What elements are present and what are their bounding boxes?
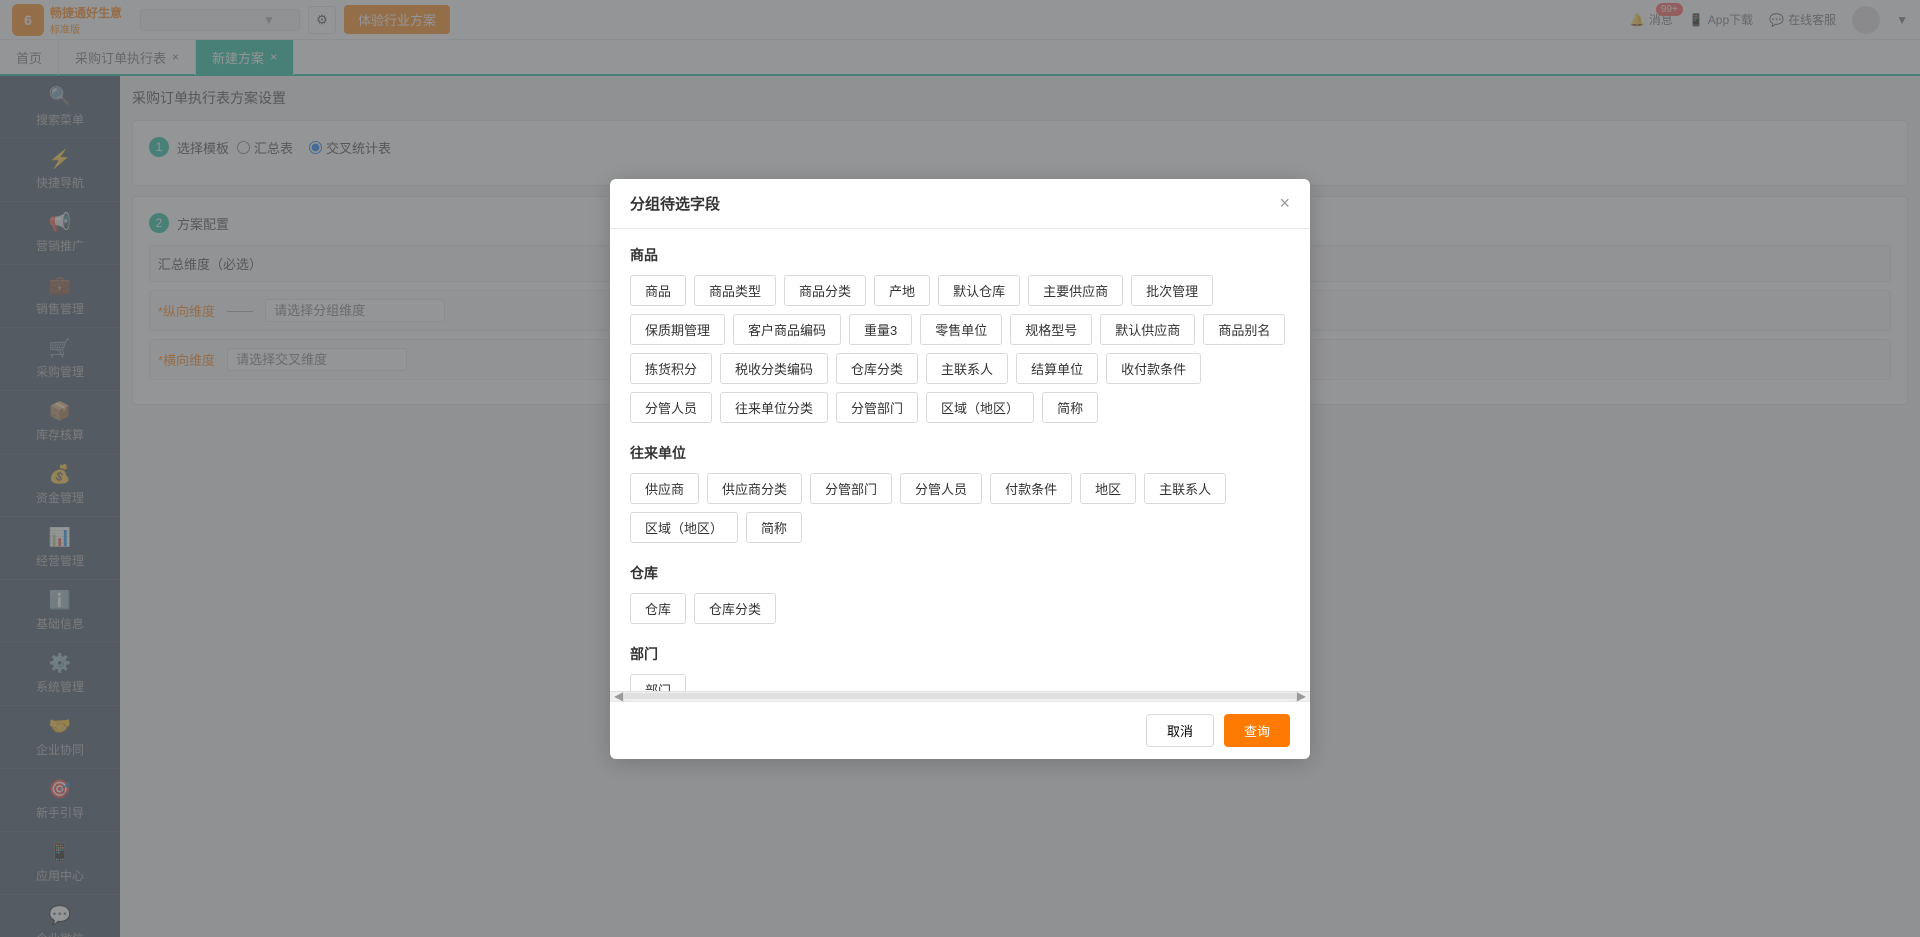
modal-overlay: 分组待选字段 × 商品商品商品类型商品分类产地默认仓库主要供应商批次管理保质期管…	[0, 0, 1920, 937]
scroll-left-arrow[interactable]: ◀	[614, 689, 623, 703]
field-tag-税收分类编码[interactable]: 税收分类编码	[720, 353, 828, 384]
field-tag-拣货积分[interactable]: 拣货积分	[630, 353, 712, 384]
modal-footer: 取消 查询	[610, 701, 1310, 759]
field-group-title: 部门	[630, 644, 1290, 664]
field-tag-客户商品编码[interactable]: 客户商品编码	[733, 314, 841, 345]
field-tag-零售单位[interactable]: 零售单位	[920, 314, 1002, 345]
field-group-title: 仓库	[630, 563, 1290, 583]
confirm-button[interactable]: 查询	[1224, 714, 1290, 747]
field-tag-分管部门[interactable]: 分管部门	[810, 473, 892, 504]
scroll-right-arrow[interactable]: ▶	[1297, 689, 1306, 703]
field-tag-区域（地区）[interactable]: 区域（地区）	[926, 392, 1034, 423]
field-tag-收付款条件[interactable]: 收付款条件	[1106, 353, 1201, 384]
field-tag-地区[interactable]: 地区	[1080, 473, 1136, 504]
field-tag-仓库[interactable]: 仓库	[630, 593, 686, 624]
field-tag-商品分类[interactable]: 商品分类	[784, 275, 866, 306]
field-tag-简称[interactable]: 简称	[746, 512, 802, 543]
field-tag-批次管理[interactable]: 批次管理	[1131, 275, 1213, 306]
modal-dialog: 分组待选字段 × 商品商品商品类型商品分类产地默认仓库主要供应商批次管理保质期管…	[610, 179, 1310, 759]
field-tag-仓库分类[interactable]: 仓库分类	[694, 593, 776, 624]
field-tag-供应商分类[interactable]: 供应商分类	[707, 473, 802, 504]
field-tag-区域（地区）[interactable]: 区域（地区）	[630, 512, 738, 543]
field-tag-重量3[interactable]: 重量3	[849, 314, 912, 345]
field-tag-保质期管理[interactable]: 保质期管理	[630, 314, 725, 345]
field-group-title: 往来单位	[630, 443, 1290, 463]
field-tags: 部门	[630, 674, 1290, 691]
field-tag-结算单位[interactable]: 结算单位	[1016, 353, 1098, 384]
field-tag-部门[interactable]: 部门	[630, 674, 686, 691]
field-tag-简称[interactable]: 简称	[1042, 392, 1098, 423]
field-tag-主联系人[interactable]: 主联系人	[926, 353, 1008, 384]
field-tag-分管部门[interactable]: 分管部门	[836, 392, 918, 423]
horizontal-scrollbar[interactable]: ◀ ▶	[610, 691, 1310, 701]
field-tag-主联系人[interactable]: 主联系人	[1144, 473, 1226, 504]
field-tags: 供应商供应商分类分管部门分管人员付款条件地区主联系人区域（地区） 简称	[630, 473, 1290, 543]
cancel-button[interactable]: 取消	[1146, 714, 1214, 747]
close-icon[interactable]: ×	[1279, 193, 1290, 214]
field-tag-规格型号[interactable]: 规格型号	[1010, 314, 1092, 345]
field-tag-主要供应商[interactable]: 主要供应商	[1028, 275, 1123, 306]
field-tag-付款条件[interactable]: 付款条件	[990, 473, 1072, 504]
field-tag-分管人员[interactable]: 分管人员	[630, 392, 712, 423]
field-tag-仓库分类[interactable]: 仓库分类	[836, 353, 918, 384]
field-tag-商品别名[interactable]: 商品别名	[1203, 314, 1285, 345]
field-tags: 仓库仓库分类	[630, 593, 1290, 624]
field-tag-默认供应商[interactable]: 默认供应商	[1100, 314, 1195, 345]
field-group-商品: 商品商品商品类型商品分类产地默认仓库主要供应商批次管理保质期管理客户商品编码重量…	[630, 245, 1290, 423]
scroll-track	[623, 693, 1297, 699]
field-tag-商品[interactable]: 商品	[630, 275, 686, 306]
modal-header: 分组待选字段 ×	[610, 179, 1310, 229]
field-group-title: 商品	[630, 245, 1290, 265]
field-tag-产地[interactable]: 产地	[874, 275, 930, 306]
field-group-往来单位: 往来单位供应商供应商分类分管部门分管人员付款条件地区主联系人区域（地区） 简称	[630, 443, 1290, 543]
field-tag-往来单位分类[interactable]: 往来单位分类	[720, 392, 828, 423]
field-tag-商品类型[interactable]: 商品类型	[694, 275, 776, 306]
field-tag-供应商[interactable]: 供应商	[630, 473, 699, 504]
field-tag-分管人员[interactable]: 分管人员	[900, 473, 982, 504]
modal-title: 分组待选字段	[630, 193, 720, 214]
field-tag-默认仓库[interactable]: 默认仓库	[938, 275, 1020, 306]
field-group-部门: 部门部门	[630, 644, 1290, 691]
field-tags: 商品商品类型商品分类产地默认仓库主要供应商批次管理保质期管理客户商品编码重量3 零…	[630, 275, 1290, 423]
modal-body: 商品商品商品类型商品分类产地默认仓库主要供应商批次管理保质期管理客户商品编码重量…	[610, 229, 1310, 691]
field-group-仓库: 仓库仓库仓库分类	[630, 563, 1290, 624]
